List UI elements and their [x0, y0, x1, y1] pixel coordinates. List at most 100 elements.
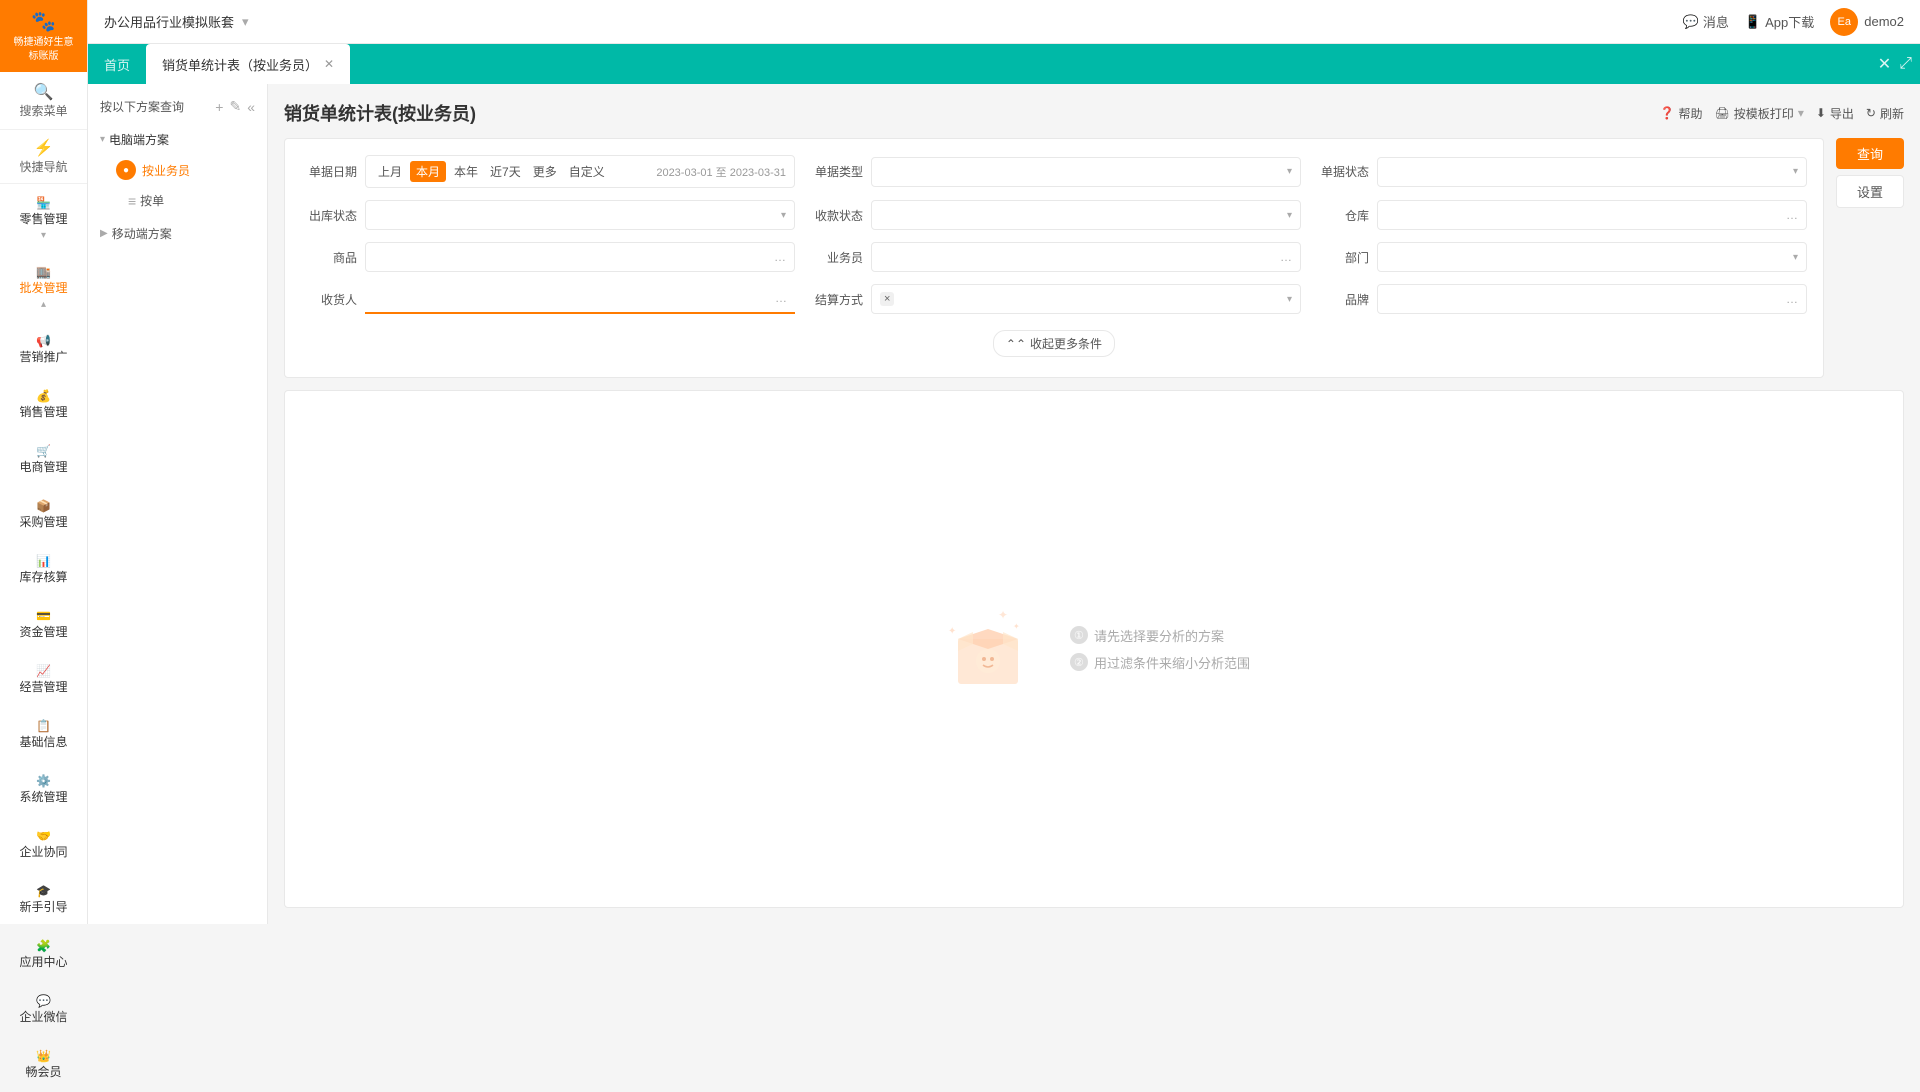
system-label: 系统管理 — [4, 788, 83, 805]
pay-status-input[interactable]: ▾ — [871, 200, 1301, 230]
sidebar: 🐾 畅捷通好生意 标账版 🔍 搜索菜单 ⚡ 快捷导航 🏪 零售管理 ▾ 🏬 批发… — [0, 0, 88, 924]
tab-expand-icon[interactable]: ⤢ — [1899, 55, 1912, 73]
date-btn-last-7[interactable]: 近7天 — [486, 161, 525, 182]
sidebar-item-purchase[interactable]: 📦 采购管理 — [0, 487, 87, 542]
avatar: Ea — [1830, 8, 1858, 36]
sidebar-item-system[interactable]: ⚙️ 系统管理 — [0, 762, 87, 817]
tab-close-icon[interactable]: ✕ — [324, 57, 334, 71]
settle-dropdown-icon: ▾ — [1287, 294, 1292, 305]
goods-label: 商品 — [301, 249, 357, 266]
logo-text: 畅捷通好生意 — [4, 36, 83, 50]
svg-text:✦: ✦ — [948, 626, 956, 637]
export-btn[interactable]: ⬇ 导出 — [1816, 105, 1854, 122]
refresh-btn[interactable]: ↻ 刷新 — [1866, 105, 1904, 122]
help-btn[interactable]: ❓ 帮助 — [1660, 105, 1703, 122]
out-status-input[interactable]: ▾ — [365, 200, 795, 230]
pc-plan-group-header[interactable]: ▾ 电脑端方案 — [88, 125, 267, 154]
tab-home[interactable]: 首页 — [88, 44, 146, 84]
tab-sales-label: 销货单统计表（按业务员） — [162, 55, 318, 74]
salesperson-label: 业务员 — [807, 249, 863, 266]
sidebar-item-wholesale[interactable]: 🏬 批发管理 ▴ — [0, 253, 87, 322]
collapse-row: ⌃⌃ 收起更多条件 — [301, 326, 1807, 361]
receiver-more-icon[interactable]: … — [775, 291, 787, 305]
nav-label: 快捷导航 — [0, 158, 87, 175]
breadcrumb-area: 办公用品行业模拟账套 ▾ — [104, 12, 249, 31]
sidebar-item-ecommerce[interactable]: 🛒 电商管理 — [0, 432, 87, 487]
tab-sales-report[interactable]: 销货单统计表（按业务员） ✕ — [146, 44, 350, 84]
settle-tag-x[interactable]: × — [884, 293, 890, 305]
apps-icon: 🧩 — [4, 939, 83, 953]
app-logo[interactable]: 🐾 畅捷通好生意 标账版 — [0, 0, 87, 72]
mobile-plan-label: 移动端方案 — [112, 225, 172, 242]
brand-label: 品牌 — [1313, 291, 1369, 308]
brand-more-icon[interactable]: … — [1786, 292, 1798, 306]
out-status-dropdown-icon: ▾ — [781, 210, 786, 221]
brand-input[interactable]: … — [1377, 284, 1807, 314]
sidebar-item-inventory[interactable]: 📊 库存核算 — [0, 542, 87, 597]
user-menu-btn[interactable]: Ea demo2 — [1830, 8, 1904, 36]
date-input[interactable]: 上月 本月 本年 近7天 更多 自定义 2023-03-01 至 2023-03… — [365, 155, 795, 188]
sidebar-item-marketing[interactable]: 📢 营销推广 — [0, 322, 87, 377]
app-download-btn[interactable]: 📱 App下载 — [1745, 12, 1814, 31]
breadcrumb-dropdown-icon[interactable]: ▾ — [242, 14, 249, 30]
panel-add-icon[interactable]: + — [215, 99, 223, 115]
header-right: 💬 消息 📱 App下载 Ea demo2 — [1683, 8, 1904, 36]
settings-btn[interactable]: 设置 — [1836, 175, 1904, 208]
tip1-text: 请先选择要分析的方案 — [1094, 626, 1224, 645]
sidebar-item-retail[interactable]: 🏪 零售管理 ▾ — [0, 184, 87, 253]
panel-collapse-icon[interactable]: « — [247, 99, 255, 115]
sidebar-item-finance[interactable]: 💳 资金管理 — [0, 597, 87, 652]
query-btn[interactable]: 查询 — [1836, 138, 1904, 169]
sidebar-item-enterprise[interactable]: 🤝 企业协同 — [0, 817, 87, 872]
panel-edit-icon[interactable]: ✎ — [229, 98, 241, 115]
retail-label: 零售管理 — [4, 210, 83, 227]
date-btn-custom[interactable]: 自定义 — [565, 161, 609, 182]
date-btn-this-month[interactable]: 本月 — [410, 161, 446, 182]
sidebar-quick-nav[interactable]: ⚡ 快捷导航 — [0, 130, 87, 184]
empty-state: ✦ ✦ ✦ ① 请先选择要分析的方案 ② 用过滤条件来缩小分析 — [284, 390, 1904, 908]
sidebar-item-wechat[interactable]: 💬 企业微信 — [0, 982, 87, 1037]
collapse-btn[interactable]: ⌃⌃ 收起更多条件 — [993, 330, 1115, 357]
filter-row-4: 收货人 … 结算方式 × ▾ — [301, 284, 1807, 314]
date-btn-this-year[interactable]: 本年 — [450, 161, 482, 182]
date-btn-more[interactable]: 更多 — [529, 161, 561, 182]
dept-input[interactable]: ▾ — [1377, 242, 1807, 272]
plan-item-salesperson[interactable]: ● 按业务员 — [88, 154, 267, 186]
message-btn[interactable]: 💬 消息 — [1683, 12, 1729, 31]
mobile-plan-chevron: ▶ — [100, 228, 108, 239]
enterprise-icon: 🤝 — [4, 829, 83, 843]
plan-item-by-order[interactable]: ≡ 按单 — [88, 186, 267, 215]
search-icon: 🔍 — [0, 82, 87, 102]
sidebar-item-operations[interactable]: 📈 经营管理 — [0, 652, 87, 707]
warehouse-more-icon[interactable]: … — [1786, 208, 1798, 222]
sidebar-item-apps[interactable]: 🧩 应用中心 — [0, 927, 87, 982]
settle-input[interactable]: × ▾ — [871, 284, 1301, 314]
collapse-label: 收起更多条件 — [1030, 335, 1102, 352]
date-btn-last-month[interactable]: 上月 — [374, 161, 406, 182]
wechat-icon: 💬 — [4, 994, 83, 1008]
salesperson-input[interactable]: … — [871, 242, 1301, 272]
date-label: 单据日期 — [301, 163, 357, 180]
sidebar-item-sales[interactable]: 💰 销售管理 — [0, 377, 87, 432]
date-range-text: 2023-03-01 至 2023-03-31 — [656, 164, 786, 180]
print-btn[interactable]: 🖨 按模板打印 ▾ — [1715, 105, 1804, 122]
receiver-input[interactable]: … — [365, 284, 795, 314]
goods-input[interactable]: … — [365, 242, 795, 272]
panel-title: 按以下方案查询 — [100, 98, 184, 115]
sidebar-item-basic[interactable]: 📋 基础信息 — [0, 707, 87, 762]
sidebar-item-vip[interactable]: 👑 畅会员 — [0, 1037, 87, 1092]
mobile-plan-group[interactable]: ▶ 移动端方案 — [88, 219, 267, 248]
doc-status-dropdown-icon: ▾ — [1793, 166, 1798, 177]
doc-type-input[interactable]: ▾ — [871, 157, 1301, 187]
goods-more-icon[interactable]: … — [774, 250, 786, 264]
tab-close-all-icon[interactable]: ✕ — [1878, 54, 1891, 74]
sidebar-search[interactable]: 🔍 搜索菜单 — [0, 72, 87, 130]
tip2-num: ② — [1070, 653, 1088, 671]
settle-clear-tag[interactable]: × — [880, 292, 894, 306]
salesperson-more-icon[interactable]: … — [1280, 250, 1292, 264]
inventory-icon: 📊 — [4, 554, 83, 568]
doc-status-input[interactable]: ▾ — [1377, 157, 1807, 187]
sidebar-item-newbie[interactable]: 🎓 新手引导 — [0, 872, 87, 927]
app-download-icon: 📱 — [1745, 14, 1761, 30]
warehouse-input[interactable]: … — [1377, 200, 1807, 230]
